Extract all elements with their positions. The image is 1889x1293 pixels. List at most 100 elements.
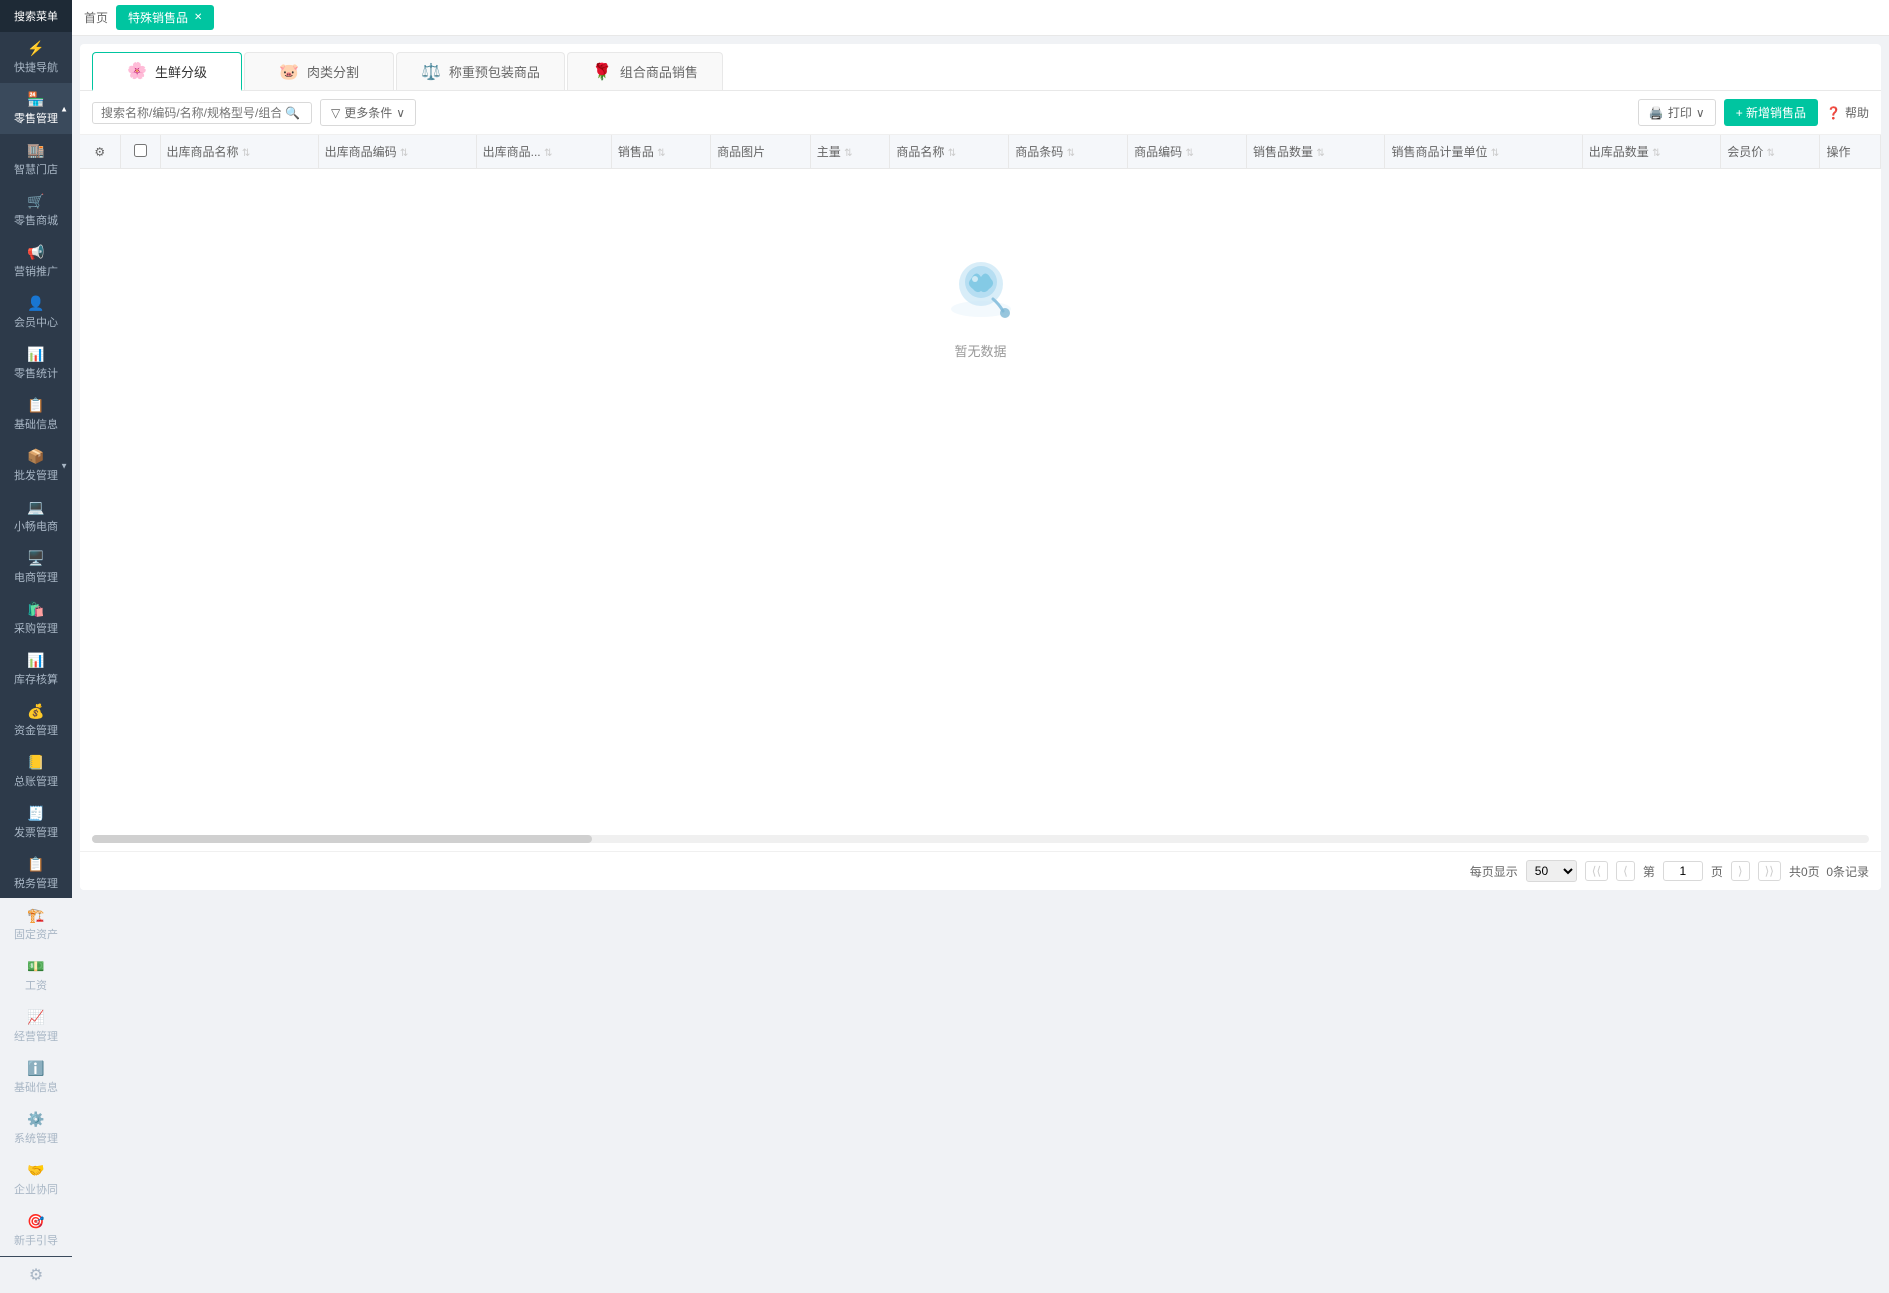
filter-arrow-icon: ∨ <box>396 106 405 120</box>
sidebar-logo[interactable]: 搜索菜单 <box>0 0 72 32</box>
quicknav-icon: ⚡ <box>27 40 44 57</box>
th-product-name[interactable]: 商品名称 ⇅ <box>890 135 1009 169</box>
th-out-product-name[interactable]: 出库商品名称 ⇅ <box>160 135 318 169</box>
sidebar-item-finance[interactable]: 💰 资金管理 <box>0 695 72 746</box>
sidebar-item-ecomsmall[interactable]: 💻 小畅电商 <box>0 491 72 542</box>
th-main-quantity[interactable]: 主量 ⇅ <box>810 135 890 169</box>
th-settings[interactable]: ⚙ <box>80 135 120 169</box>
sidebar-item-label: 系统管理 <box>14 1130 58 1146</box>
last-page-button[interactable]: ⟩⟩ <box>1758 861 1781 881</box>
purchase-icon: 🛍️ <box>27 601 44 618</box>
next-page-button[interactable]: ⟩ <box>1731 861 1750 881</box>
tab-meat-cutting-label: 肉类分割 <box>307 62 359 81</box>
search-box[interactable]: 🔍 <box>92 102 312 124</box>
sort-icon: ⇅ <box>657 148 665 159</box>
search-input[interactable] <box>101 106 281 120</box>
th-barcode[interactable]: 商品条码 ⇅ <box>1009 135 1128 169</box>
sidebar-item-fixedasset[interactable]: 🏗️ 固定资产 <box>0 899 72 950</box>
prev-page-button[interactable]: ⟨ <box>1616 861 1635 881</box>
sidebar-item-ecommgmt[interactable]: 🖥️ 电商管理 <box>0 542 72 593</box>
tab-combo-sale[interactable]: 🌹 组合商品销售 <box>567 52 723 90</box>
guide-icon: 🎯 <box>27 1213 44 1230</box>
enterprise-icon: 🤝 <box>27 1162 44 1179</box>
sidebar-item-label: 固定资产 <box>14 926 58 942</box>
close-tab-icon[interactable]: ✕ <box>194 12 202 23</box>
first-page-button[interactable]: ⟨⟨ <box>1585 861 1608 881</box>
sidebar-item-inventory[interactable]: 📊 库存核算 <box>0 644 72 695</box>
search-icon[interactable]: 🔍 <box>285 106 300 120</box>
add-button[interactable]: + 新增销售品 <box>1724 99 1818 126</box>
th-sale-unit[interactable]: 销售商品计量单位 ⇅ <box>1385 135 1582 169</box>
horizontal-scrollbar[interactable] <box>92 835 1869 843</box>
sidebar-item-label: 资金管理 <box>14 722 58 738</box>
tab-weighted-prepack[interactable]: ⚖️ 称重预包装商品 <box>396 52 565 90</box>
sidebar-item-retail[interactable]: 🏪 零售管理 ▲ <box>0 83 72 134</box>
sidebar-item-retailstat[interactable]: 📊 零售统计 <box>0 338 72 389</box>
th-out-quantity[interactable]: 出库品数量 ⇅ <box>1582 135 1720 169</box>
sidebar-item-basicinfo1[interactable]: 📋 基础信息 <box>0 389 72 440</box>
sidebar-item-system[interactable]: ⚙️ 系统管理 <box>0 1103 72 1154</box>
tab-combo-sale-label: 组合商品销售 <box>620 62 698 81</box>
th-member-price[interactable]: 会员价 ⇅ <box>1721 135 1820 169</box>
finance-icon: 💰 <box>27 703 44 720</box>
select-all-checkbox[interactable] <box>134 144 147 157</box>
topbar: 首页 特殊销售品 ✕ <box>72 0 1889 36</box>
sidebar-item-label: 零售统计 <box>14 365 58 381</box>
sidebar-item-enterprise[interactable]: 🤝 企业协同 <box>0 1154 72 1205</box>
th-product-code[interactable]: 商品编码 ⇅ <box>1128 135 1247 169</box>
scrollbar-thumb[interactable] <box>92 835 592 843</box>
salary-icon: 💵 <box>27 958 44 975</box>
sidebar-item-label: 税务管理 <box>14 875 58 891</box>
retailstat-icon: 📊 <box>27 346 44 363</box>
per-page-label: 每页显示 <box>1470 863 1518 880</box>
sort-icon: ⇅ <box>1767 148 1775 159</box>
sort-icon: ⇅ <box>844 148 852 159</box>
help-button[interactable]: ❓ 帮助 <box>1826 104 1869 121</box>
sidebar-item-label: 新手引导 <box>14 1232 58 1248</box>
sort-icon: ⇅ <box>1652 148 1660 159</box>
page-input[interactable] <box>1663 861 1703 881</box>
sidebar-item-marketing[interactable]: 📢 营销推广 <box>0 236 72 287</box>
filter-button[interactable]: ▽ 更多条件 ∨ <box>320 99 416 126</box>
th-checkbox[interactable] <box>120 135 160 169</box>
sidebar-item-invoice[interactable]: 🧾 发票管理 <box>0 797 72 848</box>
fixedasset-icon: 🏗️ <box>27 907 44 924</box>
sidebar-item-basicinfo2[interactable]: ℹ️ 基础信息 <box>0 1052 72 1103</box>
per-page-select[interactable]: 50 100 200 <box>1526 860 1577 882</box>
sidebar-item-label: 快捷导航 <box>14 59 58 75</box>
sidebar-item-ledger[interactable]: 📒 总账管理 <box>0 746 72 797</box>
sidebar-item-smartstore[interactable]: 🏬 智慧门店 <box>0 134 72 185</box>
tab-fresh-grading-label: 生鲜分级 <box>155 62 207 81</box>
inventory-icon: 📊 <box>27 652 44 669</box>
settings-gear-icon[interactable]: ⚙ <box>0 1257 72 1293</box>
sidebar-item-quicknav[interactable]: ⚡ 快捷导航 <box>0 32 72 83</box>
th-product-image[interactable]: 商品图片 <box>711 135 811 169</box>
invoice-icon: 🧾 <box>27 805 44 822</box>
active-tab[interactable]: 特殊销售品 ✕ <box>116 5 214 30</box>
sidebar-item-wholesale[interactable]: 📦 批发管理 ▼ <box>0 440 72 491</box>
sidebar-item-member[interactable]: 👤 会员中心 <box>0 287 72 338</box>
help-label: 帮助 <box>1845 104 1869 121</box>
th-sale-product[interactable]: 销售品 ⇅ <box>611 135 710 169</box>
sidebar-item-retailmall[interactable]: 🛒 零售商城 <box>0 185 72 236</box>
sidebar-item-tax[interactable]: 📋 税务管理 <box>0 848 72 899</box>
sidebar-item-guide[interactable]: 🎯 新手引导 <box>0 1205 72 1256</box>
sort-icon: ⇅ <box>544 148 552 159</box>
tab-fresh-grading[interactable]: 🌸 生鲜分级 <box>92 52 242 91</box>
ledger-icon: 📒 <box>27 754 44 771</box>
print-button[interactable]: 🖨️ 打印 ∨ <box>1638 99 1716 126</box>
th-out-product-more[interactable]: 出库商品... ⇅ <box>476 135 611 169</box>
sidebar-bottom: ⚙ <box>0 1256 72 1293</box>
sidebar-item-purchase[interactable]: 🛍️ 采购管理 <box>0 593 72 644</box>
home-breadcrumb[interactable]: 首页 <box>84 9 108 26</box>
sidebar-item-salary[interactable]: 💵 工资 <box>0 950 72 1001</box>
marketing-icon: 📢 <box>27 244 44 261</box>
retail-icon: 🏪 <box>27 91 44 108</box>
th-out-product-code[interactable]: 出库商品编码 ⇅ <box>318 135 476 169</box>
sidebar-item-label: 零售商城 <box>14 212 58 228</box>
tab-meat-cutting[interactable]: 🐷 肉类分割 <box>244 52 394 90</box>
toolbar-right: 🖨️ 打印 ∨ + 新增销售品 ❓ 帮助 <box>1638 99 1869 126</box>
smartstore-icon: 🏬 <box>27 142 44 159</box>
th-sale-quantity[interactable]: 销售品数量 ⇅ <box>1246 135 1384 169</box>
sidebar-item-bizmanage[interactable]: 📈 经营管理 <box>0 1001 72 1052</box>
